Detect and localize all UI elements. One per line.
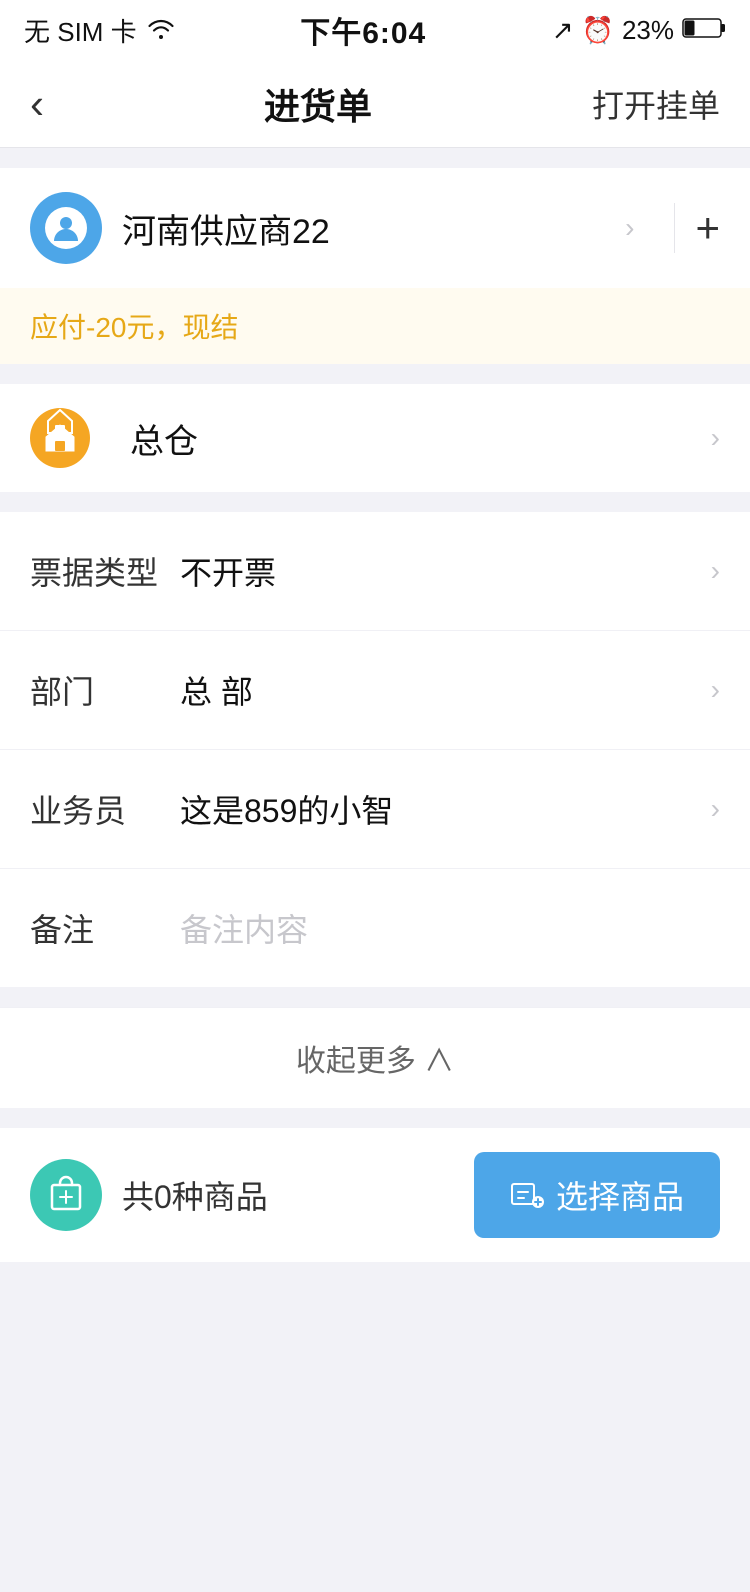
invoice-label: 票据类型 — [30, 548, 160, 594]
invoice-value: 不开票 — [180, 548, 711, 594]
sales-value: 这是859的小智 — [180, 786, 711, 832]
open-pending-button[interactable]: 打开挂单 — [592, 81, 720, 127]
supplier-row[interactable]: 河南供应商22 › + — [0, 168, 750, 288]
location-icon: ↗ — [552, 15, 574, 46]
battery-icon — [682, 15, 726, 46]
remark-row[interactable]: 备注 备注内容 — [0, 869, 750, 987]
divider — [674, 203, 675, 253]
product-count: 共0种商品 — [122, 1172, 454, 1218]
status-right: ↗ ⏰ 23% — [552, 15, 726, 46]
dept-label: 部门 — [30, 667, 160, 713]
supplier-section: 河南供应商22 › + 应付-20元，现结 — [0, 168, 750, 364]
gap-2 — [0, 364, 750, 384]
invoice-chevron-icon: › — [711, 555, 720, 587]
page-title: 进货单 — [264, 78, 372, 130]
warehouse-chevron-icon: › — [711, 422, 720, 454]
person-icon — [45, 207, 87, 249]
back-button[interactable]: ‹ — [30, 80, 44, 128]
warehouse-section[interactable]: 总仓 › — [0, 384, 750, 492]
select-product-button[interactable]: 选择商品 — [474, 1152, 720, 1238]
collapse-label: 收起更多 ∧ — [296, 1036, 454, 1080]
warehouse-row[interactable]: 总仓 › — [0, 384, 750, 492]
warehouse-name: 总仓 — [130, 414, 711, 463]
alarm-icon: ⏰ — [582, 15, 614, 46]
dept-chevron-icon: › — [711, 674, 720, 706]
remark-label: 备注 — [30, 905, 160, 951]
form-section: 票据类型 不开票 › 部门 总 部 › 业务员 这是859的小智 › 备注 备注… — [0, 512, 750, 987]
nav-bar: ‹ 进货单 打开挂单 — [0, 60, 750, 148]
status-time: 下午6:04 — [300, 8, 426, 52]
add-button[interactable]: + — [695, 204, 720, 252]
battery-label: 23% — [622, 15, 674, 46]
product-icon — [30, 1159, 102, 1231]
sales-row[interactable]: 业务员 这是859的小智 › — [0, 750, 750, 869]
dept-value: 总 部 — [180, 667, 711, 713]
wifi-icon — [147, 15, 175, 46]
sales-label: 业务员 — [30, 786, 160, 832]
remark-input[interactable]: 备注内容 — [180, 905, 720, 951]
status-bar: 无 SIM 卡 下午6:04 ↗ ⏰ 23% — [0, 0, 750, 60]
supplier-avatar — [30, 192, 102, 264]
notice-banner: 应付-20元，现结 — [0, 288, 750, 364]
invoice-row[interactable]: 票据类型 不开票 › — [0, 512, 750, 631]
notice-text: 应付-20元，现结 — [30, 312, 238, 343]
sales-chevron-icon: › — [711, 793, 720, 825]
collapse-row[interactable]: 收起更多 ∧ — [0, 1007, 750, 1108]
carrier-label: 无 SIM 卡 — [24, 12, 137, 49]
status-left: 无 SIM 卡 — [24, 12, 175, 49]
warehouse-icon — [30, 408, 90, 468]
bottom-bar: 共0种商品 选择商品 — [0, 1128, 750, 1262]
select-product-label: 选择商品 — [556, 1172, 684, 1218]
supplier-name: 河南供应商22 — [122, 204, 625, 253]
supplier-chevron-icon: › — [625, 212, 634, 244]
page-rest — [0, 1262, 750, 1592]
gap-1 — [0, 148, 750, 168]
dept-row[interactable]: 部门 总 部 › — [0, 631, 750, 750]
